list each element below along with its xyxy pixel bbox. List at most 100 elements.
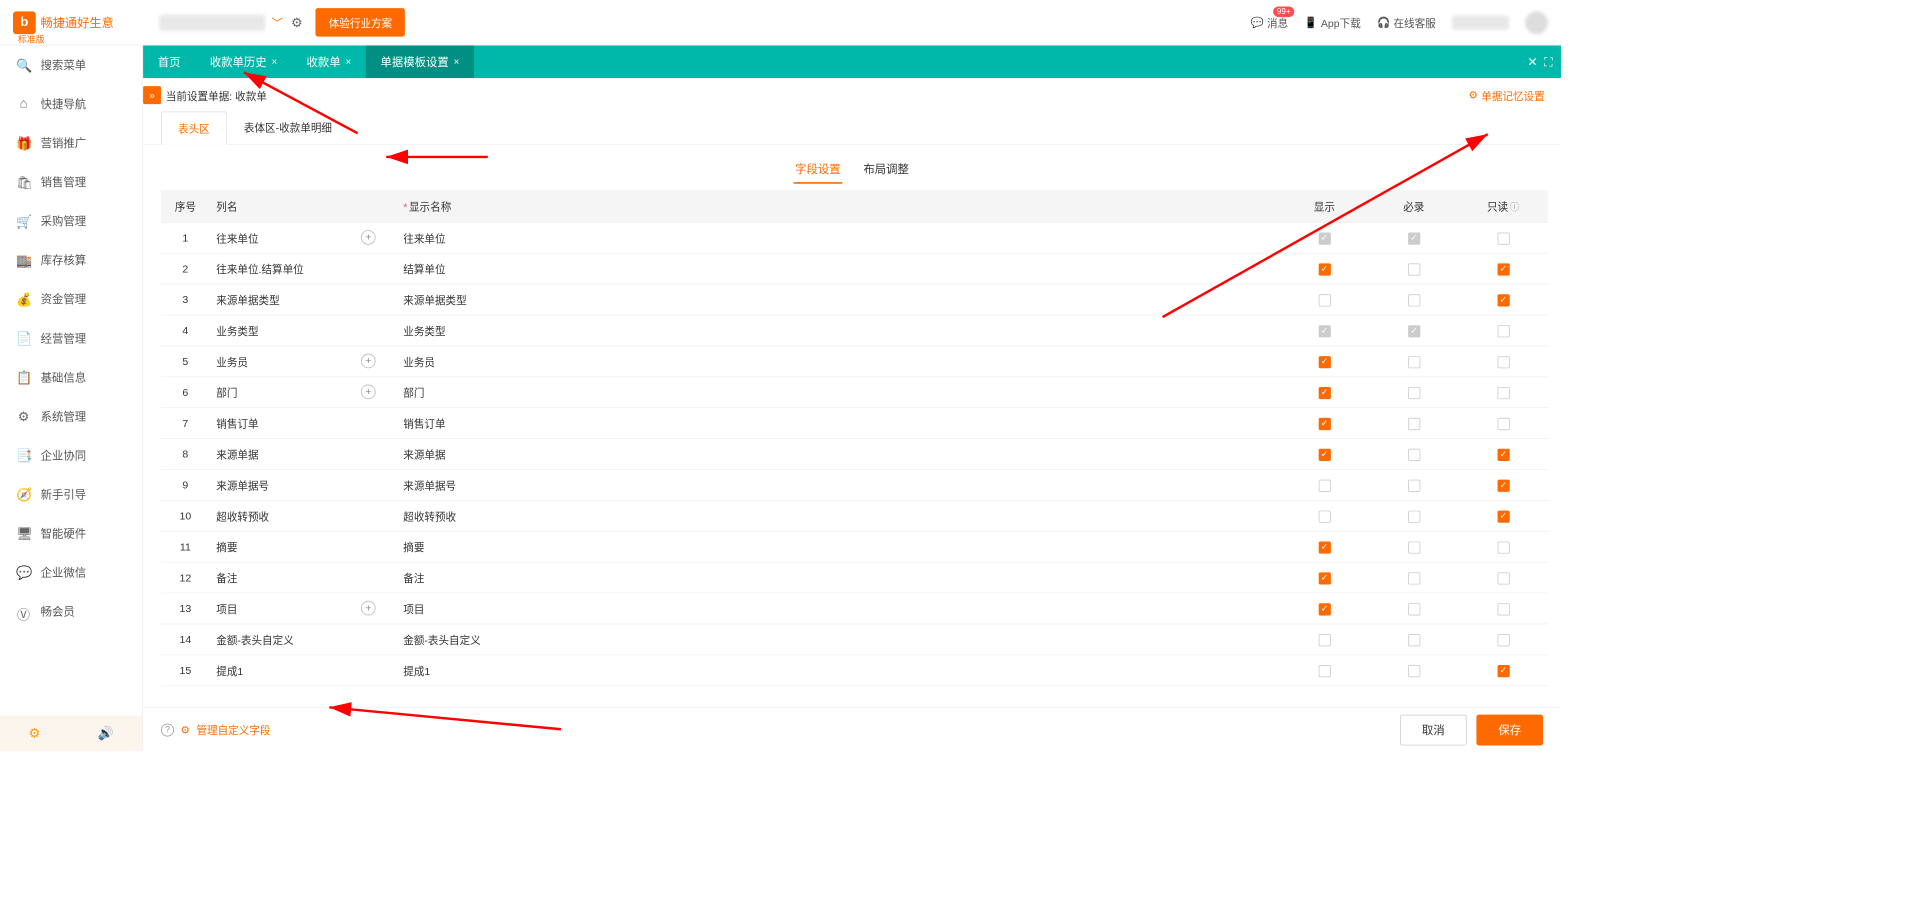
- checkbox[interactable]: [1408, 263, 1420, 275]
- checkbox[interactable]: [1497, 634, 1509, 646]
- checkbox[interactable]: [1318, 541, 1330, 553]
- checkbox[interactable]: [1318, 479, 1330, 491]
- checkbox[interactable]: [1318, 572, 1330, 584]
- display-name-cell[interactable]: 来源单据类型: [397, 284, 1280, 315]
- tab[interactable]: 收款单×: [292, 46, 366, 79]
- display-name-cell[interactable]: 备注: [397, 562, 1280, 593]
- close-icon[interactable]: ×: [272, 56, 278, 67]
- cancel-button[interactable]: 取消: [1400, 714, 1467, 745]
- checkbox[interactable]: [1318, 387, 1330, 399]
- display-name-cell[interactable]: 项目: [397, 593, 1280, 624]
- checkbox[interactable]: [1408, 634, 1420, 646]
- gear-icon[interactable]: ⚙: [291, 14, 303, 30]
- checkbox[interactable]: [1408, 418, 1420, 430]
- plus-icon[interactable]: +: [361, 601, 376, 616]
- checkbox[interactable]: [1408, 572, 1420, 584]
- sidebar-item[interactable]: 📑企业协同: [0, 436, 142, 475]
- company-selector[interactable]: ﹀: [159, 14, 283, 30]
- checkbox[interactable]: [1408, 510, 1420, 522]
- checkbox[interactable]: [1497, 387, 1509, 399]
- checkbox[interactable]: [1318, 418, 1330, 430]
- plus-icon[interactable]: +: [361, 354, 376, 369]
- close-all-icon[interactable]: ✕: [1528, 54, 1538, 69]
- inner-tab[interactable]: 布局调整: [862, 156, 911, 184]
- sidebar-item[interactable]: 🎁营销推广: [0, 124, 142, 163]
- sidebar-item[interactable]: 💬企业微信: [0, 553, 142, 592]
- checkbox[interactable]: [1318, 510, 1330, 522]
- checkbox[interactable]: [1318, 603, 1330, 615]
- service-link[interactable]: 🎧 在线客服: [1377, 15, 1436, 30]
- display-name-cell[interactable]: 业务员: [397, 346, 1280, 377]
- save-button[interactable]: 保存: [1476, 714, 1543, 745]
- fullscreen-icon[interactable]: ⛶: [1544, 55, 1553, 69]
- sidebar-item[interactable]: 🖥智能硬件: [0, 514, 142, 553]
- sidebar-item[interactable]: 🛍销售管理: [0, 163, 142, 202]
- username[interactable]: [1452, 15, 1509, 30]
- checkbox[interactable]: [1318, 263, 1330, 275]
- close-icon[interactable]: ×: [346, 56, 352, 67]
- checkbox[interactable]: [1318, 294, 1330, 306]
- display-name-cell[interactable]: 部门: [397, 377, 1280, 408]
- display-name-cell[interactable]: 往来单位: [397, 222, 1280, 253]
- download-link[interactable]: 📱 App下载: [1304, 15, 1360, 30]
- sidebar-item[interactable]: 🧭新手引导: [0, 475, 142, 514]
- checkbox[interactable]: [1408, 448, 1420, 460]
- tab[interactable]: 单据模板设置×: [366, 46, 474, 79]
- sidebar-item[interactable]: 📋基础信息: [0, 358, 142, 397]
- sidebar-item[interactable]: 💰资金管理: [0, 280, 142, 319]
- display-name-cell[interactable]: 结算单位: [397, 253, 1280, 284]
- checkbox[interactable]: [1497, 479, 1509, 491]
- checkbox[interactable]: [1497, 325, 1509, 337]
- display-name-cell[interactable]: 金额-表头自定义: [397, 624, 1280, 655]
- sidebar-item[interactable]: ⌂快捷导航: [0, 85, 142, 124]
- plus-icon[interactable]: +: [361, 230, 376, 245]
- checkbox[interactable]: [1497, 665, 1509, 677]
- checkbox[interactable]: [1497, 294, 1509, 306]
- checkbox[interactable]: [1497, 541, 1509, 553]
- avatar[interactable]: [1525, 11, 1548, 34]
- sidebar-item[interactable]: 📄经营管理: [0, 319, 142, 358]
- checkbox[interactable]: [1408, 541, 1420, 553]
- settings-icon[interactable]: ⚙: [29, 725, 41, 741]
- plus-icon[interactable]: +: [361, 385, 376, 400]
- close-icon[interactable]: ×: [454, 56, 460, 67]
- checkbox[interactable]: [1318, 448, 1330, 460]
- sidebar-item[interactable]: ⚙系统管理: [0, 397, 142, 436]
- display-name-cell[interactable]: 提成1: [397, 655, 1280, 686]
- checkbox[interactable]: [1497, 603, 1509, 615]
- subtab[interactable]: 表体区-收款单明细: [227, 111, 349, 144]
- checkbox[interactable]: [1408, 603, 1420, 615]
- tab[interactable]: 收款单历史×: [195, 46, 292, 79]
- sidebar-item[interactable]: 🛒采购管理: [0, 202, 142, 241]
- checkbox[interactable]: [1497, 448, 1509, 460]
- checkbox[interactable]: [1318, 634, 1330, 646]
- display-name-cell[interactable]: 摘要: [397, 531, 1280, 562]
- checkbox[interactable]: [1497, 418, 1509, 430]
- checkbox[interactable]: [1497, 356, 1509, 368]
- display-name-cell[interactable]: 销售订单: [397, 408, 1280, 439]
- checkbox[interactable]: [1408, 665, 1420, 677]
- checkbox[interactable]: [1408, 356, 1420, 368]
- cta-button[interactable]: 体验行业方案: [316, 8, 405, 36]
- checkbox[interactable]: [1408, 387, 1420, 399]
- checkbox[interactable]: [1497, 263, 1509, 275]
- tab[interactable]: 首页: [143, 46, 195, 79]
- subtab[interactable]: 表头区: [161, 111, 227, 144]
- display-name-cell[interactable]: 来源单据: [397, 439, 1280, 470]
- sidebar-toggle[interactable]: »: [143, 86, 161, 104]
- checkbox[interactable]: [1497, 572, 1509, 584]
- checkbox[interactable]: [1318, 356, 1330, 368]
- messages-link[interactable]: 💬 消息 99+: [1251, 15, 1289, 30]
- sidebar-item[interactable]: 🔍搜索菜单: [0, 46, 142, 85]
- display-name-cell[interactable]: 超收转预收: [397, 500, 1280, 531]
- checkbox[interactable]: [1497, 232, 1509, 244]
- checkbox[interactable]: [1408, 479, 1420, 491]
- sidebar-item[interactable]: Ⓥ畅会员: [0, 592, 142, 631]
- checkbox[interactable]: [1318, 665, 1330, 677]
- display-name-cell[interactable]: 来源单据号: [397, 470, 1280, 501]
- sound-icon[interactable]: 🔊: [97, 725, 113, 741]
- manage-custom-fields-link[interactable]: ? ⚙ 管理自定义字段: [161, 722, 270, 737]
- inner-tab[interactable]: 字段设置: [793, 156, 842, 184]
- display-name-cell[interactable]: 业务类型: [397, 315, 1280, 346]
- memory-settings-link[interactable]: ⚙ 单据记忆设置: [1469, 87, 1558, 102]
